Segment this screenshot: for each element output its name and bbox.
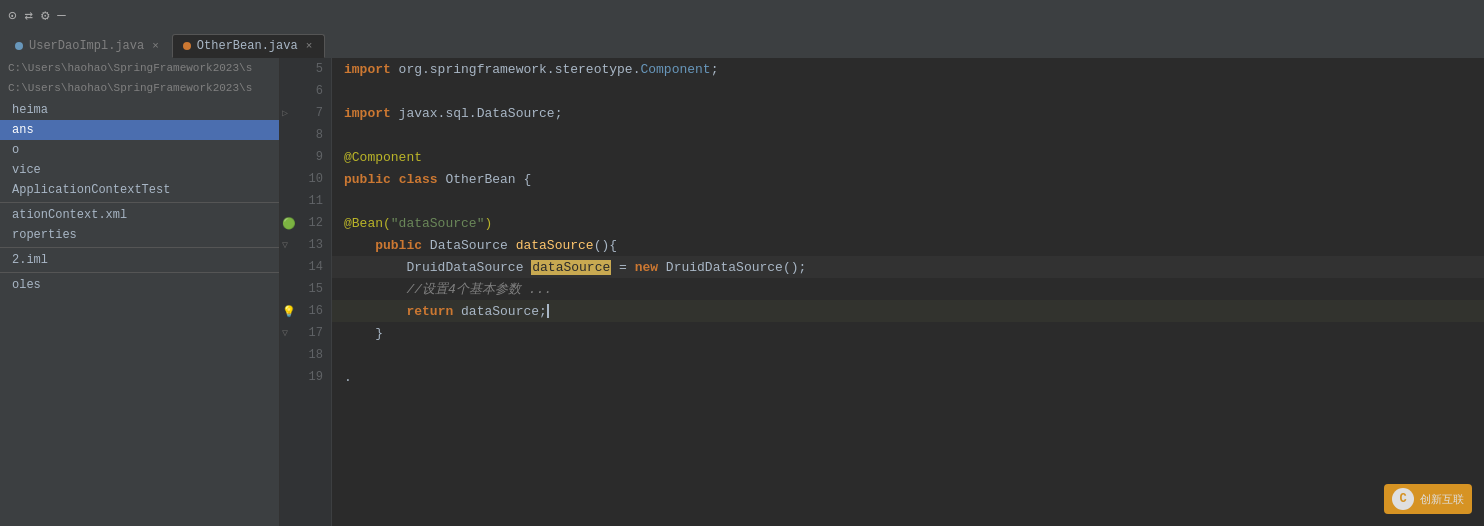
sidebar-item-ans[interactable]: ans: [0, 120, 279, 140]
watermark-logo-icon: C: [1392, 488, 1414, 510]
code-line-14: DruidDataSource dataSource = new DruidDa…: [332, 256, 1484, 278]
tab-label-userdaoimpl: UserDaoImpl.java: [29, 39, 144, 53]
line-num-13: ▽ 13: [280, 234, 331, 256]
sidebar: C:\Users\haohao\SpringFramework2023\s C:…: [0, 58, 280, 526]
sidebar-path-1: C:\Users\haohao\SpringFramework2023\s: [0, 58, 279, 78]
gear-icon[interactable]: ⚙: [41, 7, 49, 24]
code-line-16: return dataSource;: [332, 300, 1484, 322]
sidebar-item-ationcontext-xml[interactable]: ationContext.xml: [0, 205, 279, 225]
editor: 5 6 ▷ 7 8 9 10 11 🟢 12 ▽ 13 14: [280, 58, 1484, 526]
code-line-18: [332, 344, 1484, 366]
sidebar-divider-3: [0, 272, 279, 273]
tab-otherbean[interactable]: OtherBean.java ×: [172, 34, 325, 58]
bean-icon-12[interactable]: 🟢: [282, 217, 296, 230]
sidebar-item-vice[interactable]: vice: [0, 160, 279, 180]
code-lines[interactable]: import org.springframework.stereotype.Co…: [332, 58, 1484, 526]
code-line-17: }: [332, 322, 1484, 344]
tab-userdaoimpl[interactable]: UserDaoImpl.java ×: [4, 34, 172, 58]
window-controls: ⊙ ⇄ ⚙ —: [8, 7, 66, 24]
sidebar-item-2iml[interactable]: 2.iml: [0, 250, 279, 270]
code-line-6: [332, 80, 1484, 102]
line-num-11: 11: [280, 190, 331, 212]
code-line-11: [332, 190, 1484, 212]
minimize-icon[interactable]: —: [57, 7, 65, 23]
watermark-box: C 创新互联: [1384, 484, 1472, 514]
code-line-9: @Component: [332, 146, 1484, 168]
bulb-icon-16[interactable]: 💡: [282, 305, 296, 318]
code-area: 5 6 ▷ 7 8 9 10 11 🟢 12 ▽ 13 14: [280, 58, 1484, 526]
line-num-15: 15: [280, 278, 331, 300]
fold-icon-7[interactable]: ▷: [282, 107, 288, 119]
sidebar-item-applicationcontexttest[interactable]: ApplicationContextTest: [0, 180, 279, 200]
main-layout: C:\Users\haohao\SpringFramework2023\s C:…: [0, 58, 1484, 526]
sidebar-path-2: C:\Users\haohao\SpringFramework2023\s: [0, 78, 279, 98]
line-numbers: 5 6 ▷ 7 8 9 10 11 🟢 12 ▽ 13 14: [280, 58, 332, 526]
code-line-13: public DataSource dataSource(){: [332, 234, 1484, 256]
code-line-15: //设置4个基本参数 ...: [332, 278, 1484, 300]
tabs-bar: UserDaoImpl.java × OtherBean.java ×: [0, 30, 1484, 58]
tab-close-userdaoimpl[interactable]: ×: [150, 40, 161, 52]
code-line-5: import org.springframework.stereotype.Co…: [332, 58, 1484, 80]
line-num-10: 10: [280, 168, 331, 190]
fold-icon-17[interactable]: ▽: [282, 327, 288, 339]
code-line-10: public class OtherBean {: [332, 168, 1484, 190]
watermark: C 创新互联: [1384, 484, 1472, 514]
line-num-19: 19: [280, 366, 331, 388]
sidebar-item-oles[interactable]: oles: [0, 275, 279, 295]
line-num-17: ▽ 17: [280, 322, 331, 344]
tab-dot-otherbean: [183, 42, 191, 50]
settings-icon[interactable]: ⊙: [8, 7, 16, 24]
text-cursor: [547, 304, 549, 318]
code-line-8: [332, 124, 1484, 146]
line-num-6: 6: [280, 80, 331, 102]
sidebar-divider-2: [0, 247, 279, 248]
fold-icon-13[interactable]: ▽: [282, 239, 288, 251]
sidebar-divider-1: [0, 202, 279, 203]
tab-close-otherbean[interactable]: ×: [304, 40, 315, 52]
sidebar-section: heima ans o vice ApplicationContextTest …: [0, 98, 279, 297]
line-num-18: 18: [280, 344, 331, 366]
line-num-8: 8: [280, 124, 331, 146]
line-num-7: ▷ 7: [280, 102, 331, 124]
code-line-7: import javax.sql.DataSource;: [332, 102, 1484, 124]
line-num-5: 5: [280, 58, 331, 80]
swap-icon[interactable]: ⇄: [24, 7, 32, 24]
line-num-16: 💡 16: [280, 300, 331, 322]
tab-dot-userdaoimpl: [15, 42, 23, 50]
watermark-label: 创新互联: [1420, 492, 1464, 507]
sidebar-item-roperties[interactable]: roperties: [0, 225, 279, 245]
code-line-19: .: [332, 366, 1484, 388]
code-line-12: @Bean("dataSource"): [332, 212, 1484, 234]
line-num-12: 🟢 12: [280, 212, 331, 234]
tab-label-otherbean: OtherBean.java: [197, 39, 298, 53]
sidebar-item-heima[interactable]: heima: [0, 100, 279, 120]
sidebar-item-o[interactable]: o: [0, 140, 279, 160]
top-bar: ⊙ ⇄ ⚙ —: [0, 0, 1484, 30]
line-num-14: 14: [280, 256, 331, 278]
line-num-9: 9: [280, 146, 331, 168]
